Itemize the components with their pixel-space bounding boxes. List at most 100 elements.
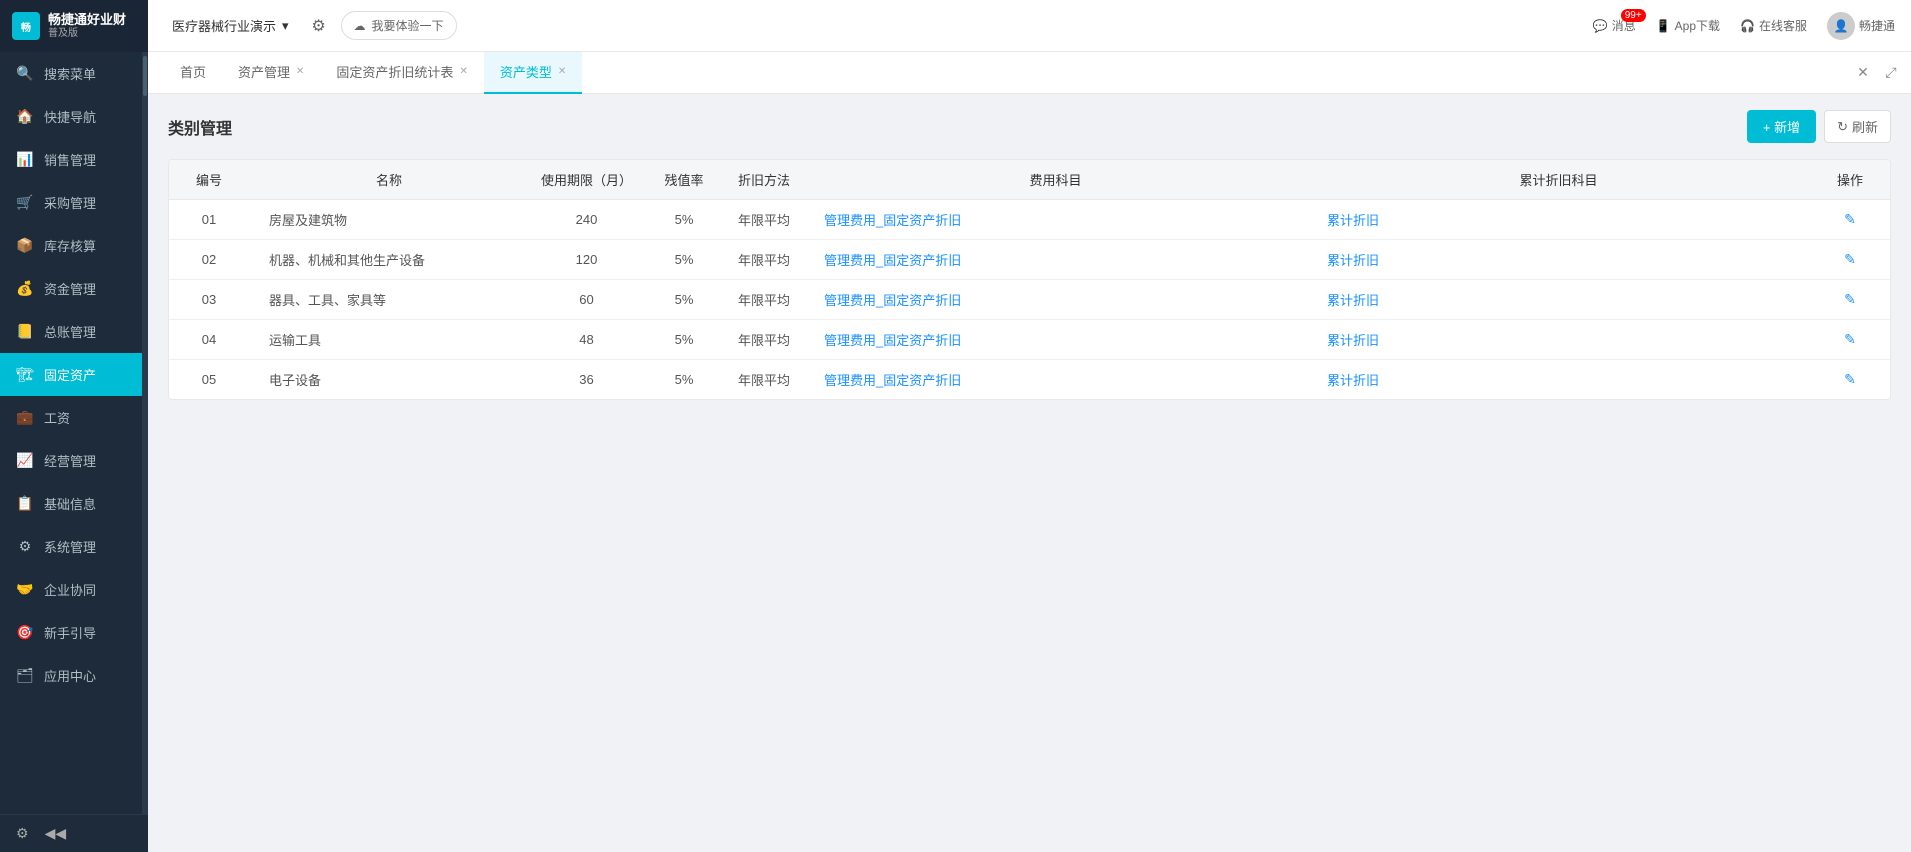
sidebar-item-search[interactable]: 🔍 搜索菜单 bbox=[0, 52, 142, 95]
tab-资产类型[interactable]: 资产类型✕ bbox=[484, 52, 582, 94]
experience-button[interactable]: ☁ 我要体验一下 bbox=[341, 11, 457, 40]
nav-icon-collab: 🤝 bbox=[16, 581, 34, 599]
cell-name: 器具、工具、家具等 bbox=[249, 280, 529, 320]
cell-id: 05 bbox=[169, 360, 249, 400]
tab-固定资产折旧统计表[interactable]: 固定资产折旧统计表✕ bbox=[320, 52, 483, 94]
sidebar-label-apps: 应用中心 bbox=[44, 666, 96, 685]
cell-accumulated: 累计折旧 bbox=[1307, 320, 1810, 360]
app-edition: 普及版 bbox=[48, 28, 126, 40]
collapse-icon[interactable]: ◀◀ bbox=[45, 825, 67, 842]
app-download-button[interactable]: 📱 App下载 bbox=[1656, 17, 1720, 34]
cell-action[interactable]: ✎ bbox=[1810, 240, 1890, 280]
main-content: 医疗器械行业演示 ▾ ⚙ ☁ 我要体验一下 💬 消息 99+ 📱 App下载 🎧… bbox=[148, 0, 1911, 852]
sidebar-label-collab: 企业协同 bbox=[44, 580, 96, 599]
online-service-button[interactable]: 🎧 在线客服 bbox=[1740, 17, 1807, 34]
tab-close-icon[interactable]: ✕ bbox=[558, 66, 566, 77]
expand-window-icon[interactable]: ⤢ bbox=[1879, 61, 1903, 85]
cell-period: 240 bbox=[529, 200, 644, 240]
refresh-label: 刷新 bbox=[1852, 117, 1878, 136]
close-window-icon[interactable]: ✕ bbox=[1851, 61, 1875, 85]
topbar-settings-icon[interactable]: ⚙ bbox=[305, 12, 333, 40]
sidebar-label-purchase: 采购管理 bbox=[44, 193, 96, 212]
experience-label: 我要体验一下 bbox=[372, 17, 444, 34]
sidebar-item-collab[interactable]: 🤝 企业协同 bbox=[0, 568, 142, 611]
sidebar-item-sales[interactable]: 📊 销售管理 bbox=[0, 138, 142, 181]
tab-首页[interactable]: 首页 bbox=[164, 52, 222, 94]
table-header-cell: 费用科目 bbox=[804, 160, 1307, 200]
table-row: 04 运输工具 48 5% 年限平均 管理费用_固定资产折旧 累计折旧 ✎ bbox=[169, 320, 1890, 360]
edit-icon[interactable]: ✎ bbox=[1844, 371, 1856, 387]
cell-action[interactable]: ✎ bbox=[1810, 200, 1890, 240]
edit-icon[interactable]: ✎ bbox=[1844, 251, 1856, 267]
nav-icon-quicknav: 🏠 bbox=[16, 108, 34, 126]
edit-icon[interactable]: ✎ bbox=[1844, 291, 1856, 307]
sidebar-item-salary[interactable]: 💼 工资 bbox=[0, 396, 142, 439]
tabbar: 首页资产管理✕固定资产折旧统计表✕资产类型✕ bbox=[148, 52, 1911, 94]
edit-icon[interactable]: ✎ bbox=[1844, 331, 1856, 347]
sidebar-item-guide[interactable]: 🎯 新手引导 bbox=[0, 611, 142, 654]
cloud-icon: ☁ bbox=[354, 19, 366, 33]
cell-name: 机器、机械和其他生产设备 bbox=[249, 240, 529, 280]
nav-icon-inventory: 📦 bbox=[16, 237, 34, 255]
tab-资产管理[interactable]: 资产管理✕ bbox=[222, 52, 320, 94]
app-name: 畅捷通好业财 bbox=[48, 12, 126, 28]
data-table: 编号名称使用期限（月）残值率折旧方法费用科目累计折旧科目操作 01 房屋及建筑物… bbox=[169, 160, 1890, 399]
sidebar-item-fixed[interactable]: 🏗 固定资产 bbox=[0, 353, 142, 396]
cell-method: 年限平均 bbox=[724, 360, 804, 400]
sidebar-item-inventory[interactable]: 📦 库存核算 bbox=[0, 224, 142, 267]
tab-close-icon[interactable]: ✕ bbox=[459, 66, 467, 77]
sidebar-label-sales: 销售管理 bbox=[44, 150, 96, 169]
topbar: 医疗器械行业演示 ▾ ⚙ ☁ 我要体验一下 💬 消息 99+ 📱 App下载 🎧… bbox=[148, 0, 1911, 52]
sidebar-item-purchase[interactable]: 🛒 采购管理 bbox=[0, 181, 142, 224]
avatar: 👤 bbox=[1827, 12, 1855, 40]
sidebar-item-system[interactable]: ⚙ 系统管理 bbox=[0, 525, 142, 568]
refresh-button[interactable]: ↻ 刷新 bbox=[1824, 110, 1891, 143]
table-row: 01 房屋及建筑物 240 5% 年限平均 管理费用_固定资产折旧 累计折旧 ✎ bbox=[169, 200, 1890, 240]
nav-icon-purchase: 🛒 bbox=[16, 194, 34, 212]
sidebar-label-basic: 基础信息 bbox=[44, 494, 96, 513]
nav-icon-management: 📈 bbox=[16, 452, 34, 470]
nav-icon-system: ⚙ bbox=[16, 538, 34, 556]
message-icon: 💬 bbox=[1593, 19, 1608, 33]
company-selector[interactable]: 医疗器械行业演示 ▾ bbox=[164, 12, 297, 39]
user-profile[interactable]: 👤 畅捷通 bbox=[1827, 12, 1895, 40]
cell-method: 年限平均 bbox=[724, 320, 804, 360]
sidebar-label-fixed: 固定资产 bbox=[44, 365, 96, 384]
sidebar-item-basic[interactable]: 📋 基础信息 bbox=[0, 482, 142, 525]
scrollbar-thumb[interactable] bbox=[143, 56, 147, 96]
messages-button[interactable]: 💬 消息 99+ bbox=[1593, 17, 1636, 34]
nav-icon-search: 🔍 bbox=[16, 65, 34, 83]
cell-action[interactable]: ✎ bbox=[1810, 320, 1890, 360]
cell-id: 01 bbox=[169, 200, 249, 240]
new-button[interactable]: + 新增 bbox=[1747, 110, 1816, 143]
sidebar-item-ledger[interactable]: 📒 总账管理 bbox=[0, 310, 142, 353]
tabbar-wrap: 首页资产管理✕固定资产折旧统计表✕资产类型✕ ✕ ⤢ bbox=[148, 52, 1911, 94]
sidebar-item-apps[interactable]: 🗂 应用中心 bbox=[0, 654, 142, 697]
nav-icon-fund: 💰 bbox=[16, 280, 34, 298]
sidebar-label-quicknav: 快捷导航 bbox=[44, 107, 96, 126]
cell-id: 03 bbox=[169, 280, 249, 320]
logo-icon: 畅 bbox=[12, 12, 40, 40]
table-header-cell: 使用期限（月） bbox=[529, 160, 644, 200]
sidebar-item-quicknav[interactable]: 🏠 快捷导航 bbox=[0, 95, 142, 138]
sidebar-item-management[interactable]: 📈 经营管理 bbox=[0, 439, 142, 482]
edit-icon[interactable]: ✎ bbox=[1844, 211, 1856, 227]
sidebar-item-fund[interactable]: 💰 资金管理 bbox=[0, 267, 142, 310]
cell-action[interactable]: ✎ bbox=[1810, 360, 1890, 400]
sidebar-label-system: 系统管理 bbox=[44, 537, 96, 556]
tab-close-icon[interactable]: ✕ bbox=[296, 66, 304, 77]
nav-icon-salary: 💼 bbox=[16, 409, 34, 427]
cell-residual: 5% bbox=[644, 200, 724, 240]
sidebar-label-search: 搜索菜单 bbox=[44, 64, 96, 83]
sidebar-label-management: 经营管理 bbox=[44, 451, 96, 470]
settings-icon[interactable]: ⚙ bbox=[16, 825, 29, 842]
cell-action[interactable]: ✎ bbox=[1810, 280, 1890, 320]
nav-icon-guide: 🎯 bbox=[16, 624, 34, 642]
service-icon: 🎧 bbox=[1740, 19, 1755, 33]
user-name: 畅捷通 bbox=[1859, 17, 1895, 34]
cell-expense: 管理费用_固定资产折旧 bbox=[804, 200, 1307, 240]
refresh-icon: ↻ bbox=[1837, 119, 1848, 135]
header-actions: + 新增 ↻ 刷新 bbox=[1747, 110, 1891, 143]
cell-period: 60 bbox=[529, 280, 644, 320]
messages-badge: 99+ bbox=[1621, 9, 1646, 22]
